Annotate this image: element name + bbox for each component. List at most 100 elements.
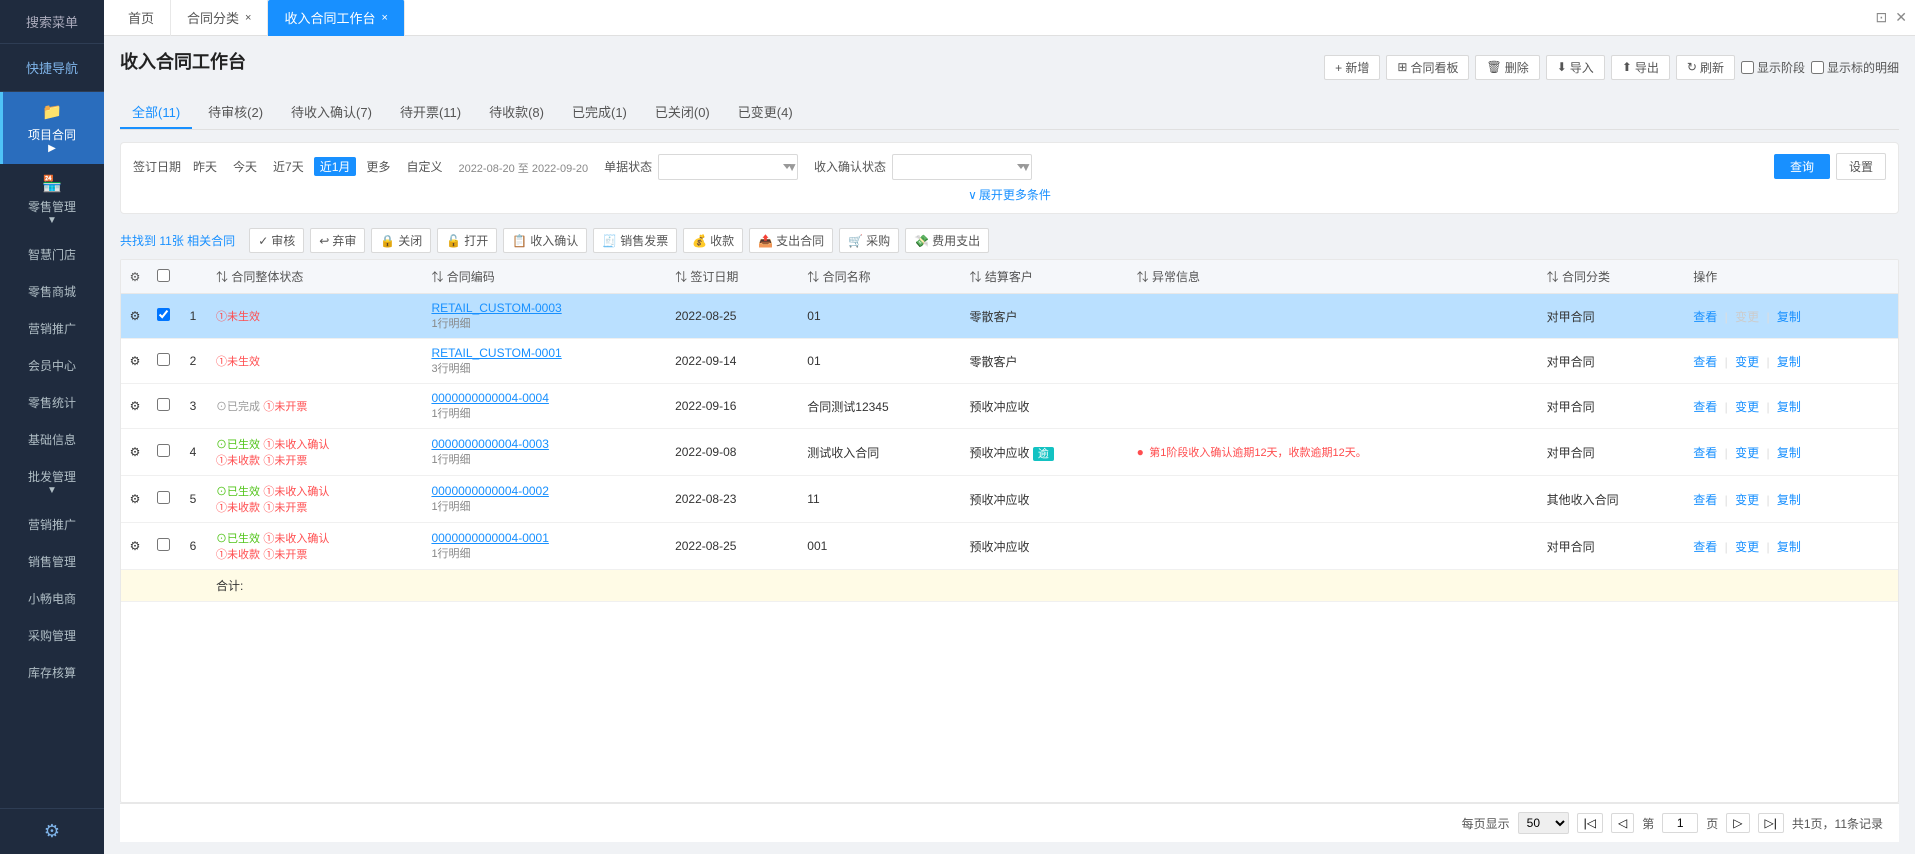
show-phase-checkbox[interactable]: 显示阶段 [1741,59,1805,76]
sidebar-item-inventory[interactable]: 库存核算 [0,654,104,691]
date-btn-1month[interactable]: 近1月 [314,157,357,176]
sidebar-quick-nav[interactable]: 快捷导航 [0,44,104,92]
sidebar-item-retail-mgmt[interactable]: 🏪 零售管理 ▼ [0,164,104,236]
contract-code-link[interactable]: 0000000000004-0002 [431,484,548,498]
contract-code-link[interactable]: 0000000000004-0003 [431,437,548,451]
row-checkbox[interactable] [149,476,178,523]
copy-link[interactable]: 复制 [1777,446,1801,460]
review-button[interactable]: ✓ 审核 [249,228,304,253]
new-button[interactable]: + 新增 [1324,55,1380,80]
contract-code-link[interactable]: RETAIL_CUSTOM-0001 [431,346,561,360]
purchase-button[interactable]: 🛒 采购 [839,228,899,253]
settings-button[interactable]: ⚙ [0,808,104,854]
page-input[interactable] [1662,813,1698,833]
copy-link[interactable]: 复制 [1777,400,1801,414]
change-link[interactable]: 变更 [1735,540,1759,554]
filter-tab-closed[interactable]: 已关闭(0) [643,96,722,129]
tab-contract-category[interactable]: 合同分类 × [171,0,268,36]
view-link[interactable]: 查看 [1693,400,1717,414]
prev-page-button[interactable]: ◁ [1611,813,1634,833]
view-link[interactable]: 查看 [1693,446,1717,460]
date-btn-more[interactable]: 更多 [360,157,396,176]
income-confirm-btn[interactable]: 📋 收入确认 [503,228,587,253]
filter-tab-changed[interactable]: 已变更(4) [726,96,805,129]
change-link[interactable]: 变更 [1735,400,1759,414]
sales-invoice-button[interactable]: 🧾 销售发票 [593,228,677,253]
abandon-button[interactable]: ↩ 弃审 [310,228,365,253]
filter-tab-pending-payment[interactable]: 待收款(8) [477,96,556,129]
row-settings[interactable]: ⚙ [121,476,149,523]
row-checkbox[interactable] [149,294,178,339]
delete-button[interactable]: 🗑 删除 [1475,55,1539,80]
show-detail-checkbox[interactable]: 显示标的明细 [1811,59,1899,76]
copy-link[interactable]: 复制 [1777,310,1801,324]
close-tab-contract-icon[interactable]: × [245,12,251,24]
expense-out-button[interactable]: 📤 支出合同 [749,228,833,253]
sidebar-item-purchase[interactable]: 采购管理 [0,617,104,654]
copy-link[interactable]: 复制 [1777,540,1801,554]
next-page-button[interactable]: ▷ [1726,813,1749,833]
copy-link[interactable]: 复制 [1777,493,1801,507]
export-button[interactable]: ⬆ 导出 [1611,55,1670,80]
row-checkbox[interactable] [149,429,178,476]
doc-status-select[interactable] [658,154,798,180]
select-all-checkbox[interactable] [157,269,170,282]
view-link[interactable]: 查看 [1693,310,1717,324]
change-link[interactable]: 变更 [1735,493,1759,507]
tab-income-workbench[interactable]: 收入合同工作台 × [268,0,404,36]
last-page-button[interactable]: ▷| [1758,813,1784,833]
row-checkbox[interactable] [149,523,178,570]
page-size-select[interactable]: 10 20 50 100 [1518,812,1569,834]
refresh-button[interactable]: ↻ 刷新 [1676,55,1735,80]
restore-icon[interactable]: ⊡ [1876,9,1888,26]
change-link[interactable]: 变更 [1735,310,1759,324]
open-button[interactable]: 🔓 打开 [437,228,497,253]
first-page-button[interactable]: |◁ [1577,813,1603,833]
tab-home[interactable]: 首页 [112,0,171,36]
sidebar-item-wholesale[interactable]: 批发管理 ▼ [0,458,104,506]
date-btn-7days[interactable]: 近7天 [267,157,310,176]
sidebar-item-member[interactable]: 会员中心 [0,347,104,384]
view-link[interactable]: 查看 [1693,355,1717,369]
filter-tab-pending-review[interactable]: 待审核(2) [196,96,275,129]
copy-link[interactable]: 复制 [1777,355,1801,369]
row-settings[interactable]: ⚙ [121,429,149,476]
show-detail-input[interactable] [1811,61,1824,74]
row-checkbox[interactable] [149,339,178,384]
contract-code-link[interactable]: RETAIL_CUSTOM-0003 [431,301,561,315]
sidebar-item-retail-shop[interactable]: 零售商城 [0,273,104,310]
filter-tab-completed[interactable]: 已完成(1) [560,96,639,129]
th-settings[interactable]: ⚙ [121,260,149,294]
sidebar-item-project[interactable]: 📁 项目合同 ▶ [0,92,104,164]
th-checkbox[interactable] [149,260,178,294]
show-phase-input[interactable] [1741,61,1754,74]
expand-more-button[interactable]: ∨ 展开更多条件 [968,186,1051,203]
view-link[interactable]: 查看 [1693,540,1717,554]
date-btn-today[interactable]: 今天 [227,157,263,176]
view-link[interactable]: 查看 [1693,493,1717,507]
sidebar-item-sales[interactable]: 销售管理 [0,543,104,580]
row-settings[interactable]: ⚙ [121,384,149,429]
close-btn[interactable]: 🔒 关闭 [371,228,431,253]
row-settings[interactable]: ⚙ [121,294,149,339]
row-checkbox[interactable] [149,384,178,429]
query-button[interactable]: 查询 [1774,154,1830,179]
expense-pay-button[interactable]: 💸 费用支出 [905,228,989,253]
close-tab-income-icon[interactable]: × [381,12,387,24]
sidebar-item-mkt-promo[interactable]: 营销推广 [0,506,104,543]
sidebar-item-xiaochang[interactable]: 小畅电商 [0,580,104,617]
row-settings[interactable]: ⚙ [121,339,149,384]
change-link[interactable]: 变更 [1735,355,1759,369]
sidebar-item-marketing[interactable]: 营销推广 [0,310,104,347]
filter-tab-all[interactable]: 全部(11) [120,96,192,129]
contract-code-link[interactable]: 0000000000004-0004 [431,391,548,405]
filter-tab-pending-confirm[interactable]: 待收入确认(7) [279,96,384,129]
import-button[interactable]: ⬇ 导入 [1546,55,1605,80]
date-btn-yesterday[interactable]: 昨天 [187,157,223,176]
close-window-icon[interactable]: ✕ [1895,9,1907,26]
quick-nav-label[interactable]: 快捷导航 [0,52,104,83]
sidebar-item-retail-stats[interactable]: 零售统计 [0,384,104,421]
row-settings[interactable]: ⚙ [121,523,149,570]
change-link[interactable]: 变更 [1735,446,1759,460]
kanban-button[interactable]: ⊞ 合同看板 [1386,55,1469,80]
